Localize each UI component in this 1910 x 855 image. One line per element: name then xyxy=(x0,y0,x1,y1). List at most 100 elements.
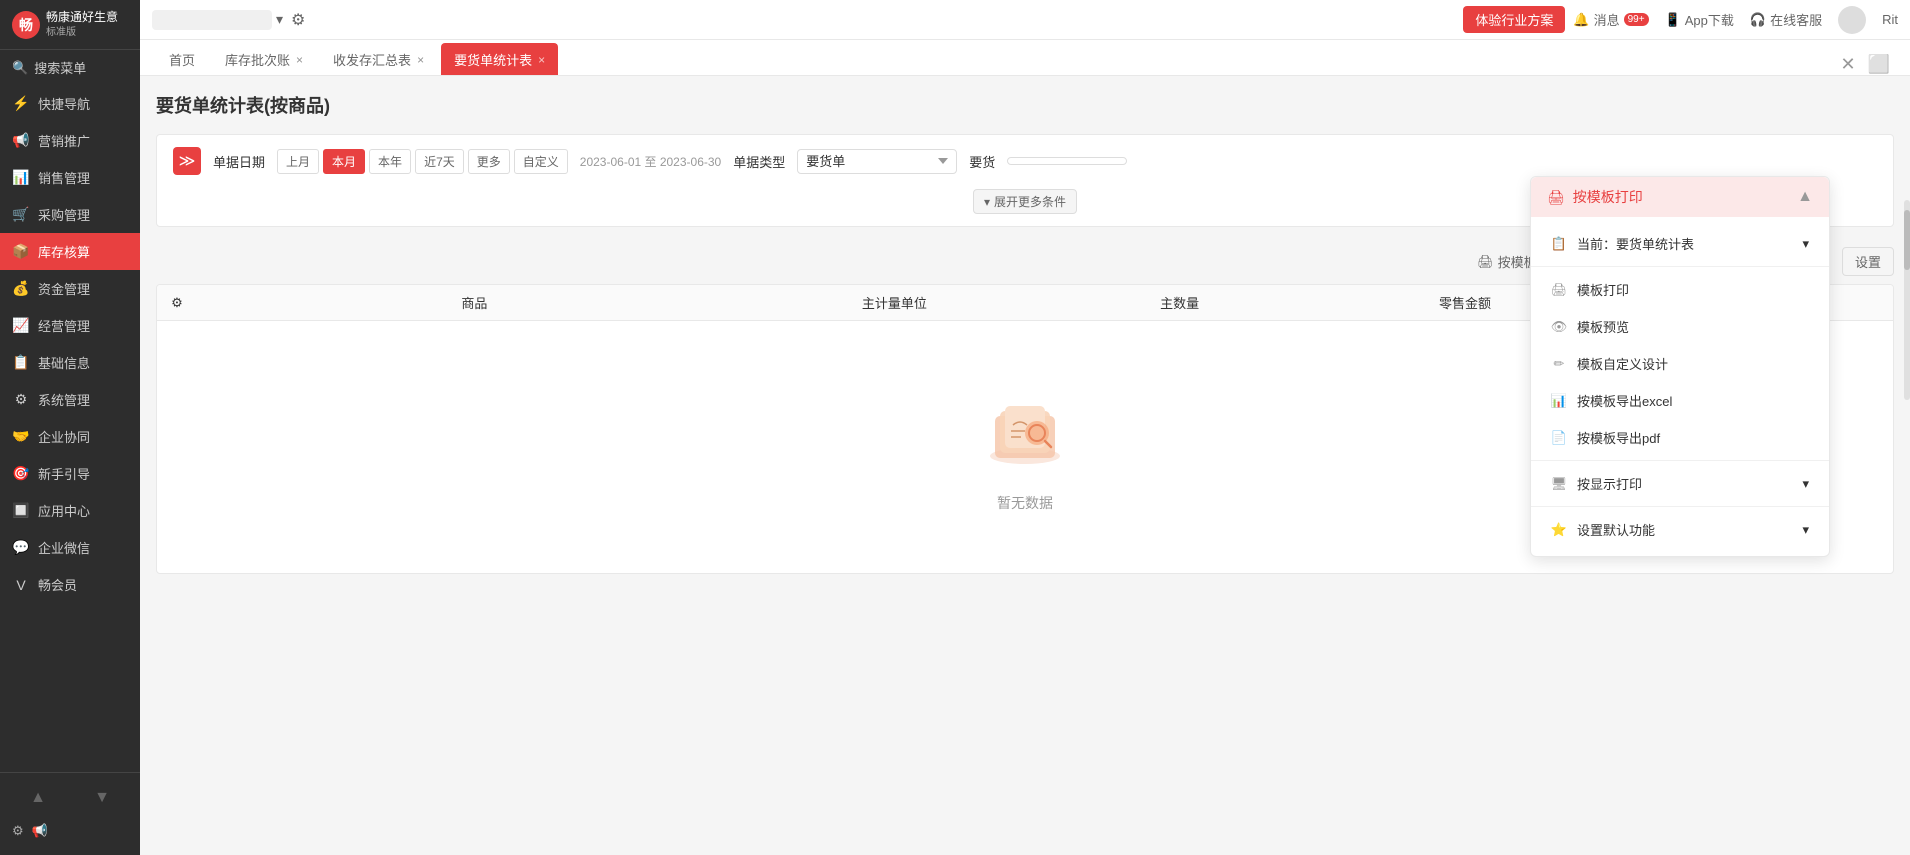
close-window-btn[interactable]: ✕ xyxy=(1836,53,1859,75)
topbar-search-input[interactable] xyxy=(152,10,272,30)
logo-icon: 畅 xyxy=(12,11,40,39)
dropdown-section-main: 🖨 模板打印 👁 模板预览 ✏ 模板自定义设计 📊 按模板导出excel xyxy=(1531,267,1829,461)
topbar: ▾ ⚙ 体验行业方案 🔔 消息 99+ 📱 App下载 🎧 在线客服 Rit xyxy=(140,0,1910,40)
dropdown-template-export-excel[interactable]: 📊 按模板导出excel xyxy=(1531,382,1829,419)
dropdown-header-right: ▲ xyxy=(1797,188,1813,206)
date-btn-自定义[interactable]: 自定义 xyxy=(514,149,568,174)
sidebar-item-marketing[interactable]: 📢 营销推广 xyxy=(0,122,140,159)
type-label: 单据类型 xyxy=(733,152,785,171)
page-title: 要货单统计表(按商品) xyxy=(156,92,1894,118)
template-design-icon: ✏ xyxy=(1551,356,1567,372)
search-icon: 🔍 xyxy=(12,60,28,76)
template-pdf-icon: 📄 xyxy=(1551,430,1567,446)
app-download[interactable]: 📱 App下载 xyxy=(1665,10,1734,29)
maximize-window-btn[interactable]: ⬜ xyxy=(1864,53,1894,75)
dropdown-header: 🖨 按模板打印 ▲ xyxy=(1531,177,1829,217)
settings-btn[interactable]: 设置 xyxy=(1842,247,1894,276)
headset-icon: 🎧 xyxy=(1750,12,1766,28)
dropdown-current-item[interactable]: 📋 当前：要货单统计表 ▾ xyxy=(1531,225,1829,262)
sidebar-item-finance[interactable]: 💰 资金管理 xyxy=(0,270,140,307)
sidebar-label-marketing: 营销推广 xyxy=(38,131,90,150)
expand-icon: ▾ xyxy=(984,195,990,209)
sidebar-icon-basic: 📋 xyxy=(12,354,30,372)
scroll-thumb[interactable] xyxy=(1904,210,1910,270)
goods-code-label: 要货 xyxy=(969,152,995,171)
date-btn-近7天[interactable]: 近7天 xyxy=(415,149,464,174)
sidebar-item-basic[interactable]: 📋 基础信息 xyxy=(0,344,140,381)
dropdown-template-design[interactable]: ✏ 模板自定义设计 xyxy=(1531,345,1829,382)
dropdown-header-left: 🖨 按模板打印 xyxy=(1547,187,1643,207)
default-setting-icon: ⭐ xyxy=(1551,522,1567,538)
dropdown-template-print[interactable]: 🖨 模板打印 xyxy=(1531,271,1829,308)
sidebar-item-member[interactable]: V 畅会员 xyxy=(0,566,140,603)
tab-batch-accounts[interactable]: 库存批次账× xyxy=(212,43,316,75)
scrollbar[interactable] xyxy=(1904,200,1910,400)
date-btn-本年[interactable]: 本年 xyxy=(369,149,411,174)
sidebar-item-app[interactable]: 🔲 应用中心 xyxy=(0,492,140,529)
gear-icon[interactable]: ⚙ xyxy=(171,295,183,310)
filter-toggle-btn[interactable]: ≫ xyxy=(173,147,201,175)
th-unit: 主计量单位 xyxy=(752,293,1037,312)
date-btn-更多[interactable]: 更多 xyxy=(468,149,510,174)
sidebar-scroll-up[interactable]: ▲ xyxy=(8,785,68,811)
sidebar-item-wechat[interactable]: 💬 企业微信 xyxy=(0,529,140,566)
sidebar-item-business[interactable]: 📈 经营管理 xyxy=(0,307,140,344)
date-btn-上月[interactable]: 上月 xyxy=(277,149,319,174)
logo-text: 畅康通好生意 标准版 xyxy=(46,10,118,39)
sidebar-icon-member: V xyxy=(12,576,30,594)
sidebar-icon-quick-nav: ⚡ xyxy=(12,95,30,113)
dropdown-section-settings: ⭐ 设置默认功能 ▾ xyxy=(1531,507,1829,552)
sidebar-icon-purchase: 🛒 xyxy=(12,206,30,224)
date-btn-本月[interactable]: 本月 xyxy=(323,149,365,174)
tab-label-home: 首页 xyxy=(169,50,195,69)
content-area: 要货单统计表(按商品) ≫ 单据日期 上月本月本年近7天更多自定义 2023-0… xyxy=(140,76,1910,855)
sidebar-icon-collab: 🤝 xyxy=(12,428,30,446)
sidebar-label-business: 经营管理 xyxy=(38,316,90,335)
dropdown-display-print[interactable]: 🖥 按显示打印 ▾ xyxy=(1531,465,1829,502)
dropdown-default-setting[interactable]: ⭐ 设置默认功能 ▾ xyxy=(1531,511,1829,548)
sidebar-label-sales: 销售管理 xyxy=(38,168,90,187)
topbar-gear-btn[interactable]: ⚙ xyxy=(287,6,309,34)
sidebar-item-quick-nav[interactable]: ⚡ 快捷导航 xyxy=(0,85,140,122)
dropdown-template-preview[interactable]: 👁 模板预览 xyxy=(1531,308,1829,345)
tab-label-receivables-summary: 收发存汇总表 xyxy=(333,50,411,69)
main: ▾ ⚙ 体验行业方案 🔔 消息 99+ 📱 App下载 🎧 在线客服 Rit 首… xyxy=(140,0,1910,855)
sidebar-settings[interactable]: ⚙ 📢 xyxy=(0,815,140,847)
chevron-right-icon-3: ▾ xyxy=(1802,522,1809,538)
industry-btn[interactable]: 体验行业方案 xyxy=(1463,6,1565,33)
sidebar-icon-app: 🔲 xyxy=(12,502,30,520)
type-select[interactable]: 要货单 xyxy=(797,149,957,174)
sidebar-search[interactable]: 🔍 搜索菜单 xyxy=(0,50,140,85)
tab-close-batch-accounts[interactable]: × xyxy=(296,53,303,67)
filter-expand-btn[interactable]: ▾ 展开更多条件 xyxy=(973,189,1077,214)
chevron-right-icon-2: ▾ xyxy=(1802,476,1809,492)
dropdown-collapse-btn[interactable]: ▲ xyxy=(1797,188,1813,206)
dropdown-template-export-pdf[interactable]: 📄 按模板导出pdf xyxy=(1531,419,1829,456)
tab-order-stats[interactable]: 要货单统计表 × xyxy=(441,43,558,75)
bell-icon: 🔔 xyxy=(1573,12,1589,28)
tab-home[interactable]: 首页 xyxy=(156,43,208,75)
tab-label-order-stats: 要货单统计表 xyxy=(454,50,532,69)
sidebar-item-inventory[interactable]: 📦 库存核算 xyxy=(0,233,140,270)
online-service[interactable]: 🎧 在线客服 xyxy=(1750,10,1822,29)
sidebar-item-system[interactable]: ⚙ 系统管理 xyxy=(0,381,140,418)
chevron-right-icon: ▾ xyxy=(1802,236,1809,252)
sidebar-scroll-down[interactable]: ▼ xyxy=(72,785,132,811)
user-name: Rit xyxy=(1882,12,1898,27)
tab-receivables-summary[interactable]: 收发存汇总表 × xyxy=(320,43,437,75)
sidebar-item-purchase[interactable]: 🛒 采购管理 xyxy=(0,196,140,233)
tab-close-receivables-summary[interactable]: × xyxy=(417,53,424,67)
sidebar-label-member: 畅会员 xyxy=(38,575,77,594)
notification-badge: 99+ xyxy=(1624,13,1649,26)
sidebar-item-collab[interactable]: 🤝 企业协同 xyxy=(0,418,140,455)
sidebar-item-sales[interactable]: 📊 销售管理 xyxy=(0,159,140,196)
print-icon-header: 🖨 xyxy=(1547,189,1565,206)
sidebar-bottom: ▲ ▼ ⚙ 📢 xyxy=(0,772,140,855)
sidebar-logo[interactable]: 畅 畅康通好生意 标准版 xyxy=(0,0,140,50)
sidebar-item-guide[interactable]: 🎯 新手引导 xyxy=(0,455,140,492)
sidebar-icon-system: ⚙ xyxy=(12,391,30,409)
tab-close-order-stats[interactable]: × xyxy=(538,53,545,67)
notifications[interactable]: 🔔 消息 99+ xyxy=(1573,10,1648,29)
topbar-dropdown-btn[interactable]: ▾ xyxy=(276,11,283,28)
avatar[interactable] xyxy=(1838,6,1866,34)
